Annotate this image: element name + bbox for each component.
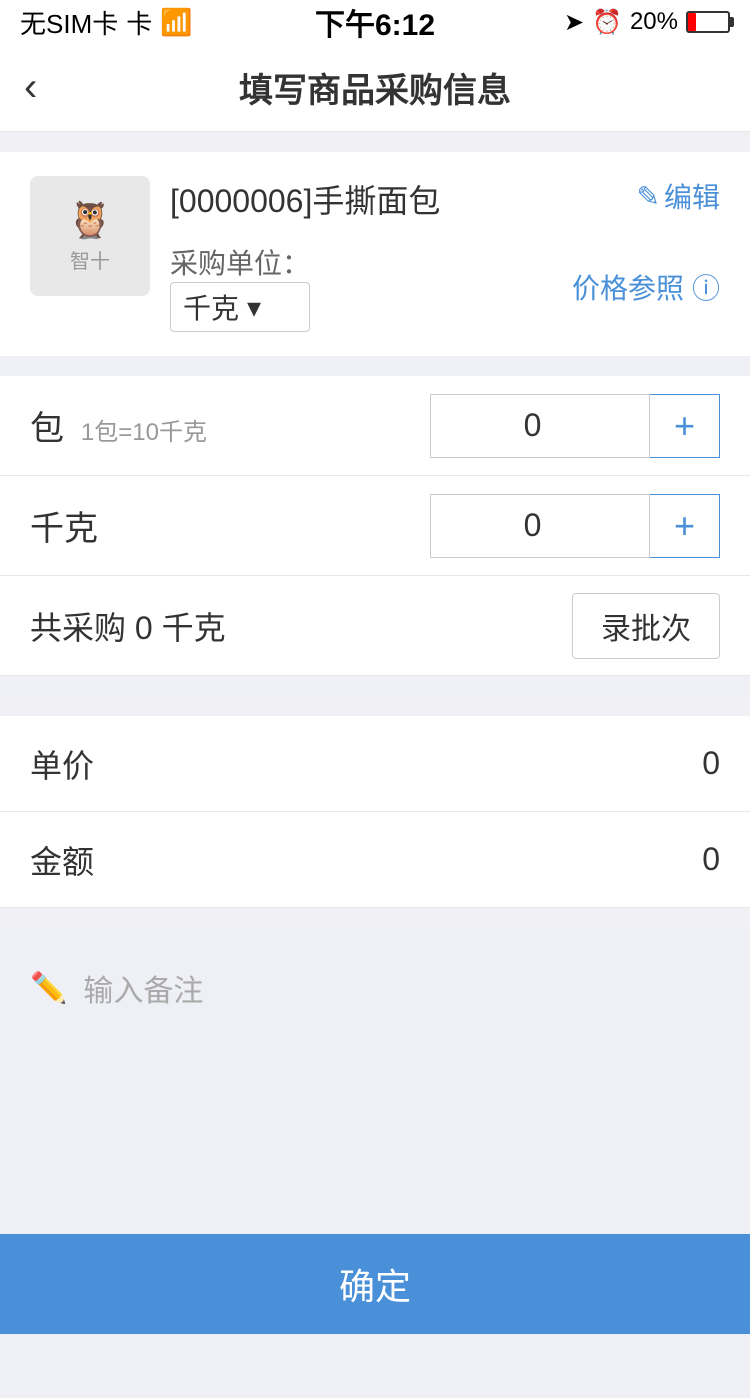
edit-link[interactable]: ✎ 编辑 <box>637 176 720 216</box>
product-image: 🦉 智十 <box>30 176 150 296</box>
status-left: 无SIM卡 卡 📶 <box>20 4 193 41</box>
back-button[interactable]: ‹ <box>24 65 37 110</box>
unit-value: 千克 <box>183 287 239 327</box>
divider-middle <box>0 676 750 696</box>
price-ref-label: 价格参照 <box>572 267 684 307</box>
product-unit-row: 采购单位： 千克 ▾ 价格参照 ⓘ <box>170 242 720 332</box>
bao-label-area: 包 1包=10千克 <box>30 401 207 450</box>
content-spacer <box>0 1048 750 1398</box>
bao-row: 包 1包=10千克 + <box>0 376 750 476</box>
summary-prefix: 共采购 <box>30 610 135 646</box>
unit-price-value: 0 <box>702 745 720 782</box>
summary-unit: 千克 <box>162 610 226 646</box>
alarm-icon: ⏰ <box>592 8 622 37</box>
kg-label-area: 千克 <box>30 501 98 550</box>
product-name: [0000006]手撕面包 <box>170 176 637 222</box>
sim-label: 卡 <box>126 4 152 41</box>
bao-quantity-input[interactable] <box>430 394 650 458</box>
summary-amount: 0 <box>135 610 162 646</box>
amount-value: 0 <box>702 841 720 878</box>
amount-row: 金额 0 <box>0 812 750 908</box>
confirm-button[interactable]: 确定 <box>0 1234 750 1334</box>
edit-icon: ✎ <box>637 180 660 213</box>
summary-text: 共采购 0 千克 <box>30 603 226 649</box>
bao-label: 包 <box>30 410 64 448</box>
nav-bar: ‹ 填写商品采购信息 <box>0 44 750 132</box>
wifi-icon: 📶 <box>160 7 192 38</box>
product-card: 🦉 智十 [0000006]手撕面包 ✎ 编辑 采购单位： 千克 ▾ 价格参照 … <box>0 152 750 356</box>
kg-quantity-input[interactable] <box>430 494 650 558</box>
kg-row: 千克 + <box>0 476 750 576</box>
product-owl-icon: 🦉 <box>68 199 113 241</box>
kg-input-right: + <box>430 494 720 558</box>
unit-select[interactable]: 千克 ▾ <box>170 282 310 332</box>
bao-input-right: + <box>430 394 720 458</box>
info-icon: ⓘ <box>692 267 720 307</box>
bao-plus-button[interactable]: + <box>650 394 720 458</box>
batch-button[interactable]: 录批次 <box>572 593 720 659</box>
battery-label: 20% <box>630 8 678 36</box>
price-section: 单价 0 金额 0 <box>0 716 750 908</box>
unit-selector-area: 采购单位： 千克 ▾ <box>170 242 310 332</box>
price-ref-link[interactable]: 价格参照 ⓘ <box>572 267 720 307</box>
product-info: [0000006]手撕面包 ✎ 编辑 采购单位： 千克 ▾ 价格参照 ⓘ <box>170 176 720 332</box>
status-bar: 无SIM卡 卡 📶 下午6:12 ➤ ⏰ 20% <box>0 0 750 44</box>
unit-label: 采购单位： <box>170 248 310 279</box>
summary-row: 共采购 0 千克 录批次 <box>0 576 750 676</box>
divider-top <box>0 356 750 376</box>
location-icon: ➤ <box>564 8 584 37</box>
input-section: 包 1包=10千克 + 千克 + 共采购 0 千克 录批次 <box>0 376 750 676</box>
battery-fill <box>688 13 696 31</box>
pencil-icon: ✏️ <box>30 971 67 1006</box>
unit-price-row: 单价 0 <box>0 716 750 812</box>
notes-placeholder: 输入备注 <box>83 966 203 1010</box>
product-image-text: 智十 <box>70 245 110 274</box>
amount-label: 金额 <box>30 837 94 883</box>
chevron-down-icon: ▾ <box>247 291 261 324</box>
status-time: 下午6:12 <box>315 0 435 44</box>
status-right: ➤ ⏰ 20% <box>564 8 730 37</box>
page-title: 填写商品采购信息 <box>239 63 511 112</box>
unit-price-label: 单价 <box>30 741 94 787</box>
carrier-label: 无SIM卡 <box>20 4 118 41</box>
kg-label: 千克 <box>30 510 98 548</box>
battery-icon <box>686 11 730 33</box>
confirm-label: 确定 <box>339 1258 411 1310</box>
product-header: [0000006]手撕面包 ✎ 编辑 <box>170 176 720 222</box>
bao-sublabel: 1包=10千克 <box>81 419 207 446</box>
notes-section[interactable]: ✏️ 输入备注 <box>0 928 750 1048</box>
edit-label: 编辑 <box>664 176 720 216</box>
kg-plus-button[interactable]: + <box>650 494 720 558</box>
